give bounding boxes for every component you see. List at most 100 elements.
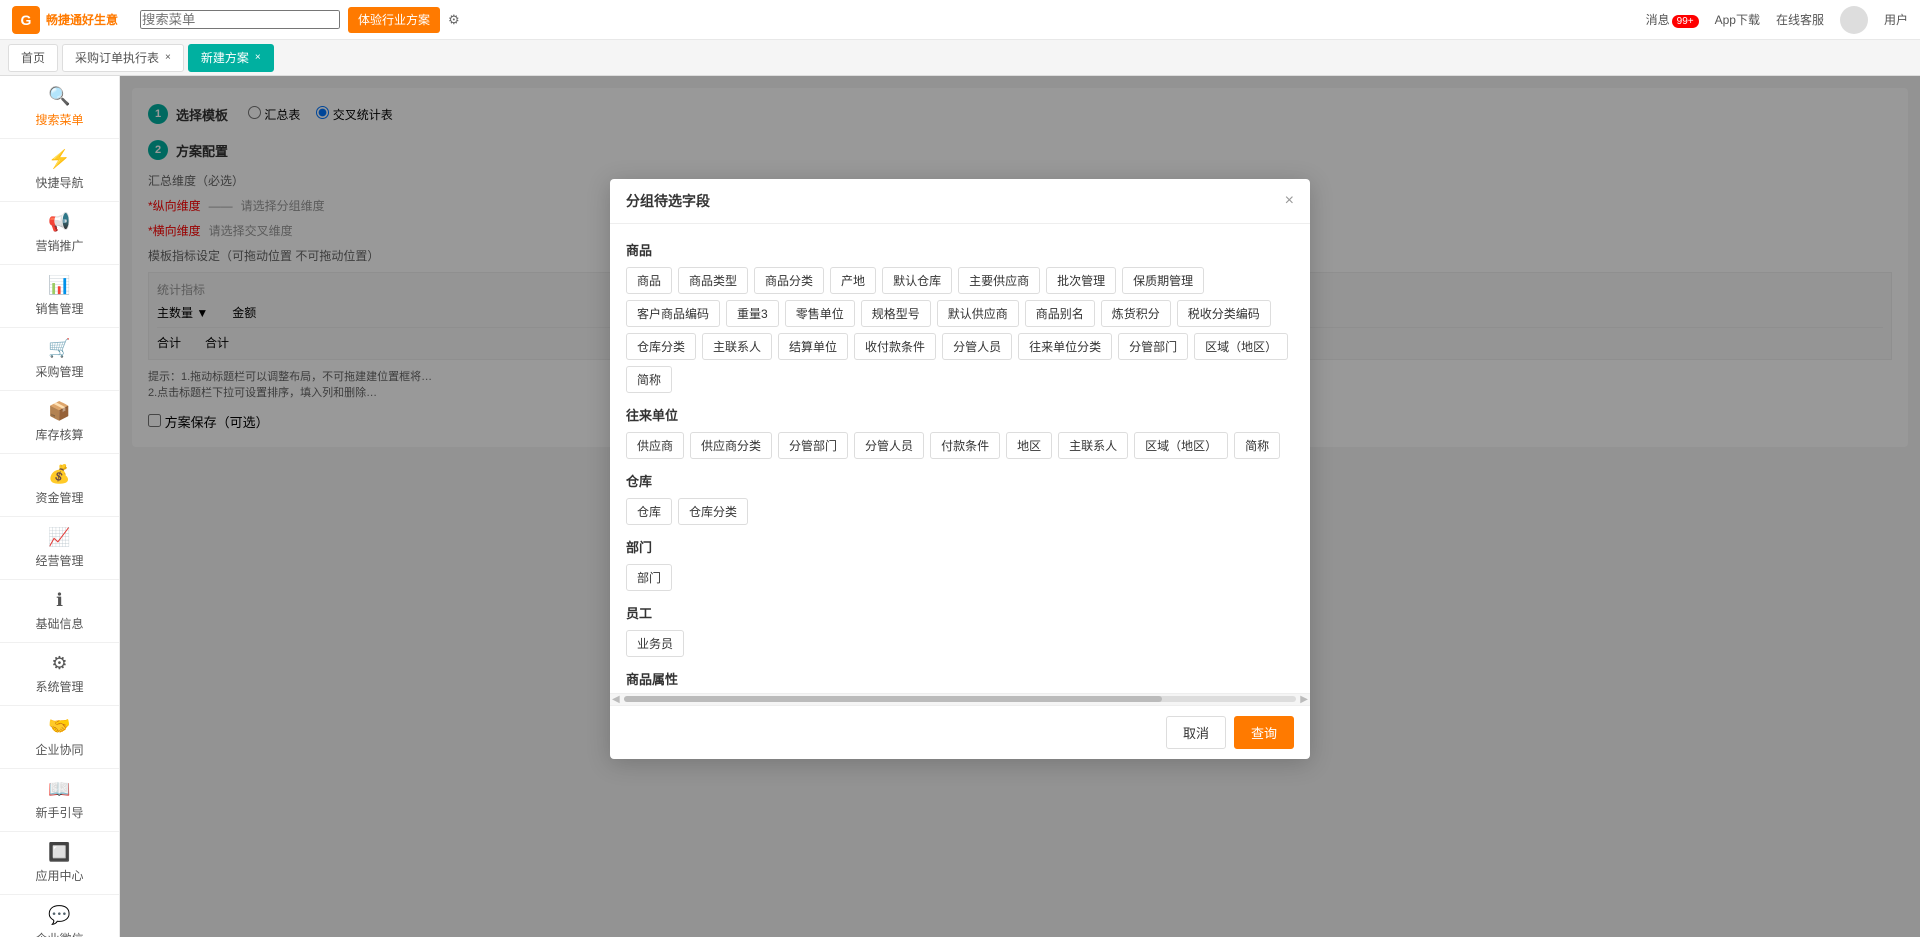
header-right: 消息99+ App下载 在线客服 用户: [1646, 6, 1908, 34]
tab-new-plan[interactable]: 新建方案 ×: [188, 44, 274, 72]
field-tag[interactable]: 默认仓库: [882, 267, 952, 294]
field-tag[interactable]: 供应商分类: [690, 432, 772, 459]
inventory-icon: 📦: [48, 401, 70, 422]
field-tag[interactable]: 部门: [626, 564, 672, 591]
wxwork-icon: 💬: [48, 905, 70, 926]
msg-label[interactable]: 消息99+: [1646, 11, 1699, 28]
sidebar-item-purchase[interactable]: 🛒 采购管理: [0, 328, 119, 391]
field-tag[interactable]: 往来单位分类: [1018, 333, 1112, 360]
sidebar-item-marketing[interactable]: 📢 营销推广: [0, 202, 119, 265]
modal-field-selector: 分组待选字段 × 商品 商品商品类型商品分类产地默认仓库主要供应商批次管理保质期…: [610, 179, 1310, 759]
field-tag[interactable]: 简称: [1234, 432, 1280, 459]
field-tag[interactable]: 供应商: [626, 432, 684, 459]
confirm-button[interactable]: 查询: [1234, 716, 1294, 749]
search-icon: 🔍: [48, 86, 70, 107]
field-tag[interactable]: 区域（地区）: [1194, 333, 1288, 360]
field-tag[interactable]: 分管人员: [942, 333, 1012, 360]
sidebar-item-sales[interactable]: 📊 销售管理: [0, 265, 119, 328]
field-tag[interactable]: 商品类型: [678, 267, 748, 294]
modal-body: 商品 商品商品类型商品分类产地默认仓库主要供应商批次管理保质期管理客户商品编码重…: [610, 224, 1310, 693]
field-tag[interactable]: 炼货积分: [1101, 300, 1171, 327]
field-tag[interactable]: 客户商品编码: [626, 300, 720, 327]
app-download-label[interactable]: App下载: [1715, 11, 1760, 28]
field-tag[interactable]: 分管人员: [854, 432, 924, 459]
system-icon: ⚙: [51, 653, 67, 674]
online-service-label[interactable]: 在线客服: [1776, 11, 1824, 28]
field-tag[interactable]: 分管部门: [778, 432, 848, 459]
field-tag[interactable]: 地区: [1006, 432, 1052, 459]
sidebar: 🔍 搜索菜单 ⚡ 快捷导航 📢 营销推广 📊 销售管理 🛒 采购管理 📦 库存核…: [0, 76, 120, 937]
tab-home[interactable]: 首页: [8, 44, 58, 72]
operations-icon: 📈: [48, 527, 70, 548]
sidebar-item-apps[interactable]: 🔲 应用中心: [0, 832, 119, 895]
modal-title: 分组待选字段: [626, 191, 710, 211]
sidebar-item-inventory[interactable]: 📦 库存核算: [0, 391, 119, 454]
logo-icon: G: [12, 6, 40, 34]
sidebar-item-collab[interactable]: 🤝 企业协同: [0, 706, 119, 769]
sales-icon: 📊: [48, 275, 70, 296]
section-title-product: 商品: [626, 240, 1294, 259]
fields-grid-employee: 业务员: [626, 630, 1294, 657]
section-title-counterparty: 往来单位: [626, 405, 1294, 424]
settings-icon[interactable]: ⚙: [448, 12, 460, 28]
modal-close-btn[interactable]: ×: [1285, 192, 1294, 210]
tab-close-new-plan[interactable]: ×: [255, 52, 261, 63]
newbie-icon: 📖: [48, 779, 70, 800]
field-tag[interactable]: 规格型号: [861, 300, 931, 327]
collab-icon: 🤝: [48, 716, 70, 737]
sidebar-item-search[interactable]: 🔍 搜索菜单: [0, 76, 119, 139]
quicknav-icon: ⚡: [48, 149, 70, 170]
field-tag[interactable]: 保质期管理: [1122, 267, 1204, 294]
field-tag[interactable]: 税收分类编码: [1177, 300, 1271, 327]
field-tag[interactable]: 付款条件: [930, 432, 1000, 459]
field-tag[interactable]: 业务员: [626, 630, 684, 657]
field-tag[interactable]: 商品别名: [1025, 300, 1095, 327]
finance-icon: 💰: [48, 464, 70, 485]
cancel-button[interactable]: 取消: [1166, 716, 1226, 749]
fields-grid-product: 商品商品类型商品分类产地默认仓库主要供应商批次管理保质期管理客户商品编码重量3零…: [626, 267, 1294, 393]
tab-purchase-list[interactable]: 采购订单执行表 ×: [62, 44, 184, 72]
experience-btn[interactable]: 体验行业方案: [348, 7, 440, 33]
sidebar-item-basic-info[interactable]: ℹ 基础信息: [0, 580, 119, 643]
apps-icon: 🔲: [48, 842, 70, 863]
field-tag[interactable]: 区域（地区）: [1134, 432, 1228, 459]
field-tag[interactable]: 主联系人: [702, 333, 772, 360]
field-tag[interactable]: 商品: [626, 267, 672, 294]
avatar[interactable]: [1840, 6, 1868, 34]
modal-hscroll: ◀ ▶: [610, 693, 1310, 705]
field-tag[interactable]: 主要供应商: [958, 267, 1040, 294]
search-input[interactable]: [140, 10, 340, 29]
field-tag[interactable]: 结算单位: [778, 333, 848, 360]
marketing-icon: 📢: [48, 212, 70, 233]
tab-close-purchase[interactable]: ×: [165, 52, 171, 63]
fields-grid-department: 部门: [626, 564, 1294, 591]
field-tag[interactable]: 收付款条件: [854, 333, 936, 360]
sidebar-item-newbie[interactable]: 📖 新手引导: [0, 769, 119, 832]
sidebar-item-finance[interactable]: 💰 资金管理: [0, 454, 119, 517]
fields-grid-counterparty: 供应商供应商分类分管部门分管人员付款条件地区主联系人区域（地区）简称: [626, 432, 1294, 459]
modal-header: 分组待选字段 ×: [610, 179, 1310, 224]
field-tag[interactable]: 零售单位: [785, 300, 855, 327]
section-title-product-attr: 商品属性: [626, 669, 1294, 688]
sidebar-item-quicknav[interactable]: ⚡ 快捷导航: [0, 139, 119, 202]
field-tag[interactable]: 默认供应商: [937, 300, 1019, 327]
field-tag[interactable]: 仓库: [626, 498, 672, 525]
section-title-department: 部门: [626, 537, 1294, 556]
sidebar-item-operations[interactable]: 📈 经营管理: [0, 517, 119, 580]
field-tag[interactable]: 仓库分类: [626, 333, 696, 360]
field-tag[interactable]: 重量3: [726, 300, 779, 327]
sidebar-item-wxwork[interactable]: 💬 企业微信: [0, 895, 119, 937]
field-tag[interactable]: 分管部门: [1118, 333, 1188, 360]
sidebar-item-system[interactable]: ⚙ 系统管理: [0, 643, 119, 706]
basic-info-icon: ℹ: [56, 590, 63, 611]
field-tag[interactable]: 批次管理: [1046, 267, 1116, 294]
section-title-warehouse: 仓库: [626, 471, 1294, 490]
field-tag[interactable]: 仓库分类: [678, 498, 748, 525]
logo-area: G 畅捷通好生意: [12, 6, 132, 34]
modal-footer: 取消 查询: [610, 705, 1310, 759]
field-tag[interactable]: 简称: [626, 366, 672, 393]
field-tag[interactable]: 主联系人: [1058, 432, 1128, 459]
field-tag[interactable]: 产地: [830, 267, 876, 294]
field-tag[interactable]: 商品分类: [754, 267, 824, 294]
fields-grid-warehouse: 仓库仓库分类: [626, 498, 1294, 525]
